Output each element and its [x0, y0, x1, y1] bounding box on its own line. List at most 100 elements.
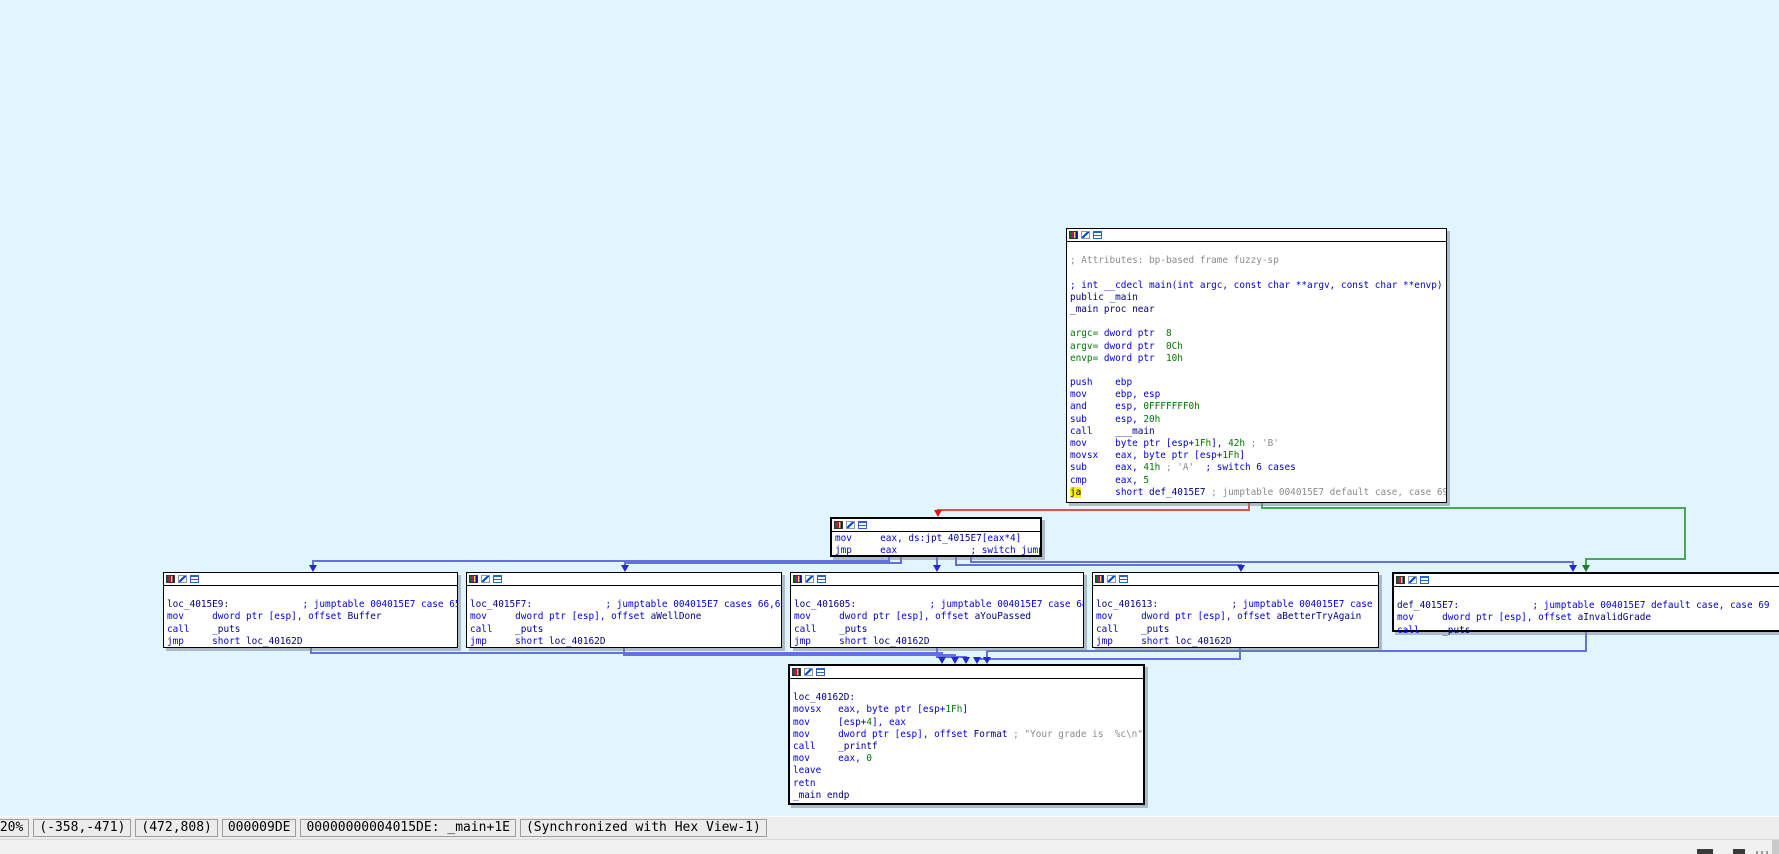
asm-line: jmp short loc_40162D: [1096, 635, 1232, 647]
node-color-icon: [166, 575, 175, 583]
graph-node-exit-block[interactable]: loc_40162D: movsx eax, byte ptr [esp+1Fh]…: [788, 664, 1145, 805]
scrollbar-fragment: [1772, 840, 1779, 854]
graph-edge-arrow: [938, 657, 946, 664]
graph-node-default-case-69[interactable]: def_4015E7: ; jumptable 004015E7 default…: [1392, 572, 1779, 636]
asm-line: [1070, 365, 1443, 377]
node-disassembly: loc_40162D: movsx eax, byte ptr [esp+1Fh]…: [790, 679, 1143, 802]
asm-line: mov dword ptr [esp], offset Format ; "Yo…: [793, 728, 1143, 740]
taskbar-window-icon[interactable]: [1733, 849, 1745, 854]
node-color-icon: [1069, 231, 1078, 239]
asm-line: loc_401613: ; jumptable 004015E7 case 70: [1096, 599, 1378, 611]
node-color-icon: [834, 521, 843, 529]
status-segment-1: (-358,-471): [33, 819, 132, 837]
asm-line: [470, 587, 778, 599]
node-graph-icon: [1119, 575, 1128, 583]
asm-line: call _puts: [470, 623, 544, 635]
asm-line: _main endp: [793, 789, 850, 801]
node-title-bar[interactable]: [1067, 229, 1446, 242]
status-segment-0: .20%: [0, 819, 30, 837]
node-title-bar[interactable]: [1394, 574, 1779, 587]
asm-line: movsx eax, byte ptr [esp+1Fh]: [1070, 450, 1245, 462]
asm-line: call _printf: [793, 740, 878, 752]
asm-line: call _puts: [794, 623, 868, 635]
status-segment-3: 000009DE: [221, 819, 297, 837]
node-color-icon: [793, 575, 802, 583]
node-title-bar[interactable]: [164, 573, 457, 586]
node-title-bar[interactable]: [832, 519, 1040, 532]
asm-line: sub esp, 20h: [1070, 413, 1161, 425]
graph-edge-arrow: [973, 657, 981, 664]
node-title-bar[interactable]: [1093, 573, 1378, 586]
asm-line: ; int __cdecl main(int argc, const char …: [1070, 279, 1443, 291]
graph-canvas[interactable]: ; Attributes: bp-based frame fuzzy-sp ; …: [0, 0, 1779, 816]
asm-line: movsx eax, byte ptr [esp+1Fh]: [793, 704, 968, 716]
graph-node-case-65[interactable]: loc_4015E9: ; jumptable 004015E7 case 65…: [163, 572, 458, 648]
node-title-bar[interactable]: [467, 573, 781, 586]
asm-line: mov eax, 0: [793, 753, 873, 765]
graph-edge-segment: [936, 557, 938, 565]
status-segment-4: 00000000004015DE: _main+1E: [300, 819, 516, 837]
graph-edge-segment: [1261, 507, 1686, 509]
graph-edge-segment: [1585, 558, 1587, 565]
asm-line: [1397, 588, 1779, 600]
bottom-strip: [0, 839, 1779, 854]
node-title-bar[interactable]: [790, 666, 1143, 679]
asm-line: mov dword ptr [esp], offset aBetterTryAg…: [1096, 611, 1362, 623]
graph-node-case-66-67[interactable]: loc_4015F7: ; jumptable 004015E7 cases 6…: [466, 572, 782, 648]
graph-edge-arrow: [1237, 565, 1245, 572]
asm-line: mov ebp, esp: [1070, 389, 1161, 401]
node-edit-icon: [846, 521, 855, 529]
node-graph-icon: [1093, 231, 1102, 239]
asm-line: sub eax, 41h ; 'A' ; switch 6 cases: [1070, 462, 1296, 474]
asm-line: jmp eax ; switch jump: [835, 545, 1040, 557]
node-color-icon: [792, 668, 801, 676]
graph-node-main-entry[interactable]: ; Attributes: bp-based frame fuzzy-sp ; …: [1066, 228, 1447, 503]
node-color-icon: [1396, 576, 1405, 584]
graph-edge-segment: [1684, 507, 1686, 560]
node-disassembly: loc_4015E9: ; jumptable 004015E7 case 65…: [164, 586, 457, 648]
node-edit-icon: [804, 668, 813, 676]
taskbar-window-icon[interactable]: [1697, 849, 1713, 854]
graph-edge-segment: [978, 658, 1241, 660]
asm-line: mov eax, ds:jpt_4015E7[eax*4]: [835, 533, 1022, 544]
node-title-bar[interactable]: [791, 573, 1083, 586]
asm-line: cmp eax, 5: [1070, 474, 1150, 486]
graph-edge-arrow: [962, 657, 970, 664]
asm-line: retn: [793, 777, 816, 789]
asm-line: [1070, 243, 1443, 255]
asm-line: loc_40162D:: [793, 692, 856, 704]
graph-edge-segment: [988, 650, 1587, 652]
node-edit-icon: [1408, 576, 1417, 584]
node-graph-icon: [858, 521, 867, 529]
status-bar: .20%(-358,-471)(472,808)000009DE00000000…: [0, 816, 1779, 839]
asm-line: jmp short loc_40162D: [794, 635, 930, 647]
node-disassembly: loc_401605: ; jumptable 004015E7 case 68…: [791, 586, 1083, 648]
asm-line: mov dword ptr [esp], offset Buffer: [167, 611, 382, 623]
asm-line: [1096, 587, 1375, 599]
asm-line: envp= dword ptr 10h: [1070, 352, 1183, 364]
asm-line: mov dword ptr [esp], offset aYouPassed: [794, 611, 1032, 623]
graph-edge-segment: [624, 562, 902, 564]
graph-node-case-68[interactable]: loc_401605: ; jumptable 004015E7 case 68…: [790, 572, 1084, 648]
asm-line: leave: [793, 765, 822, 777]
asm-line: loc_4015F7: ; jumptable 004015E7 cases 6…: [470, 599, 781, 611]
graph-node-switch-jump[interactable]: mov eax, ds:jpt_4015E7[eax*4] jmp eax ; s…: [830, 517, 1042, 557]
asm-line: loc_401605: ; jumptable 004015E7 case 68: [794, 599, 1083, 611]
graph-edge-arrow: [1582, 565, 1590, 572]
graph-node-case-70[interactable]: loc_401613: ; jumptable 004015E7 case 70…: [1092, 572, 1379, 648]
graph-edge-segment: [937, 509, 1250, 511]
asm-line: _main proc near: [1070, 303, 1155, 315]
asm-line: mov dword ptr [esp], offset aInvalidGrad…: [1397, 612, 1651, 624]
node-disassembly: def_4015E7: ; jumptable 004015E7 default…: [1394, 587, 1779, 637]
graph-edge-segment: [986, 650, 988, 657]
asm-line: loc_4015E9: ; jumptable 004015E7 case 65: [167, 599, 457, 611]
asm-line: ja short def_4015E7 ; jumptable 004015E7…: [1070, 486, 1446, 498]
node-graph-icon: [190, 575, 199, 583]
asm-line: jmp short loc_40162D: [167, 635, 303, 647]
asm-line: and esp, 0FFFFFFF0h: [1070, 401, 1200, 413]
asm-line: [1070, 316, 1443, 328]
node-edit-icon: [481, 575, 490, 583]
graph-edge-arrow: [1569, 565, 1577, 572]
graph-edge-arrow: [309, 565, 317, 572]
node-disassembly: loc_4015F7: ; jumptable 004015E7 cases 6…: [467, 586, 781, 648]
